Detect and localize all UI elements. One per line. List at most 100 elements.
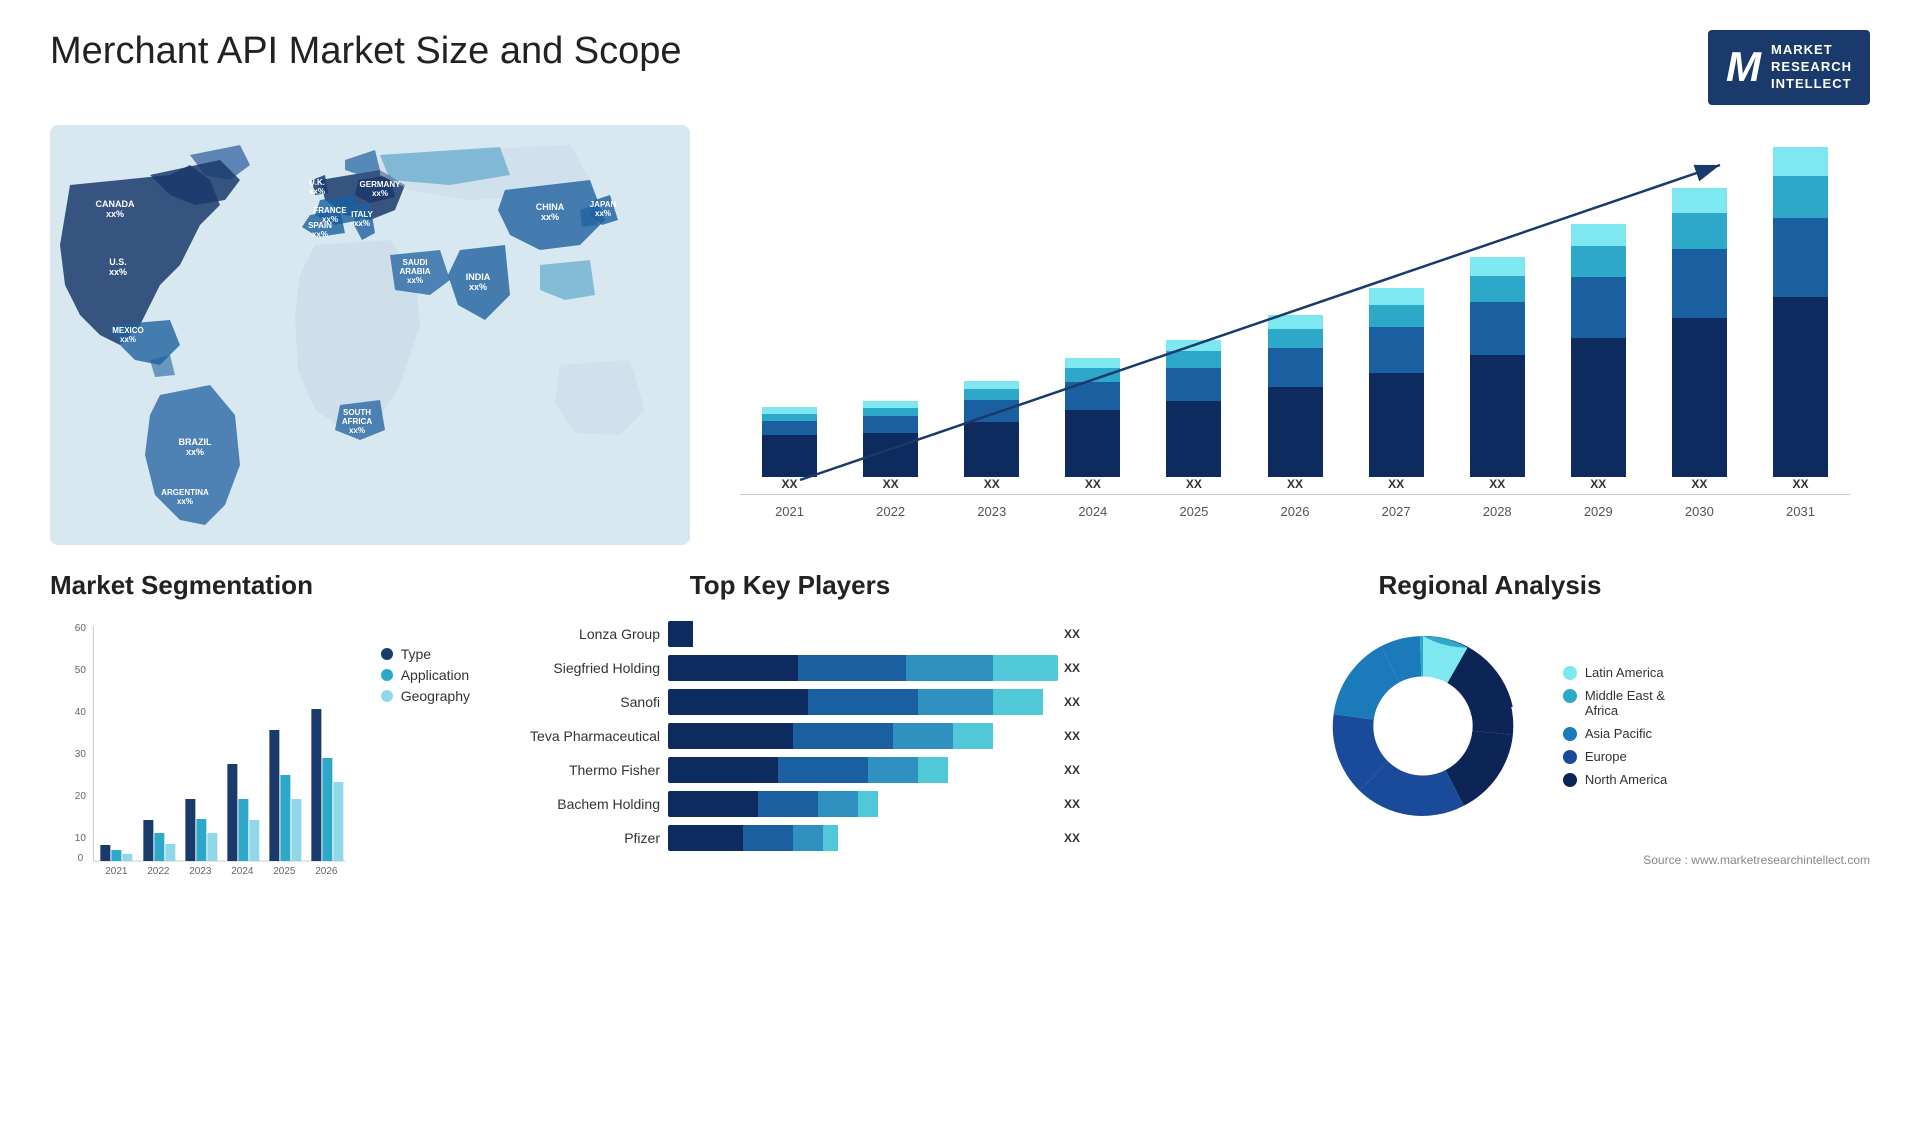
player-name: Bachem Holding xyxy=(500,796,660,812)
svg-text:xx%: xx% xyxy=(354,219,370,228)
regional-title: Regional Analysis xyxy=(1110,570,1870,601)
svg-text:BRAZIL: BRAZIL xyxy=(179,437,212,447)
bar-segment xyxy=(762,435,817,477)
player-bar-segment xyxy=(778,757,868,783)
bar-segment xyxy=(762,421,817,435)
player-name: Sanofi xyxy=(500,694,660,710)
bar-segment xyxy=(863,401,918,408)
player-row: Thermo FisherXX xyxy=(500,757,1080,783)
bar-segment xyxy=(1369,373,1424,477)
svg-text:U.K.: U.K. xyxy=(309,178,325,187)
bar-segment xyxy=(762,414,817,421)
players-list: Lonza GroupXX Siegfried HoldingXX Sanofi XX… xyxy=(500,621,1080,851)
svg-text:50: 50 xyxy=(75,665,87,676)
bar-stack xyxy=(1571,224,1626,477)
bar-segment xyxy=(1571,277,1626,338)
player-xx-label: XX xyxy=(1064,661,1080,675)
svg-text:2026: 2026 xyxy=(315,866,338,876)
bar-stack xyxy=(1268,315,1323,477)
svg-text:xx%: xx% xyxy=(106,209,124,219)
svg-text:20: 20 xyxy=(75,791,87,802)
xx-label: XX xyxy=(782,477,798,491)
growth-bar-group: XX xyxy=(1756,147,1845,494)
svg-text:0: 0 xyxy=(78,853,84,864)
player-bar-segment xyxy=(808,689,918,715)
players-title: Top Key Players xyxy=(500,570,1080,601)
year-label: 2022 xyxy=(846,504,935,519)
legend-geography: Geography xyxy=(381,688,470,704)
player-name: Pfizer xyxy=(500,830,660,846)
bar-segment xyxy=(1166,340,1221,351)
xx-label: XX xyxy=(1691,477,1707,491)
bar-segment xyxy=(863,416,918,433)
bar-segment xyxy=(1470,257,1525,276)
header: Merchant API Market Size and Scope M MAR… xyxy=(50,30,1870,105)
player-bar-container: XX xyxy=(668,825,1080,851)
player-bar-segment xyxy=(793,723,893,749)
xx-label: XX xyxy=(1085,477,1101,491)
svg-text:ITALY: ITALY xyxy=(351,210,373,219)
year-label: 2024 xyxy=(1048,504,1137,519)
bar-segment xyxy=(863,433,918,477)
svg-text:AFRICA: AFRICA xyxy=(342,417,372,426)
legend-latin-america: Latin America xyxy=(1563,665,1667,680)
bar-segment xyxy=(1470,355,1525,477)
player-xx-label: XX xyxy=(1064,729,1080,743)
player-xx-label: XX xyxy=(1064,831,1080,845)
player-xx-label: XX xyxy=(1064,763,1080,777)
svg-text:2022: 2022 xyxy=(147,866,170,876)
bar-segment xyxy=(1470,302,1525,355)
donut-chart xyxy=(1313,616,1533,836)
asia-pacific-dot xyxy=(1563,727,1577,741)
player-bar-segment xyxy=(823,825,838,851)
growth-chart-section: XXXXXXXXXXXXXXXXXXXXXX 20212022202320242… xyxy=(720,125,1870,545)
bar-segment xyxy=(1672,188,1727,213)
xx-label: XX xyxy=(1186,477,1202,491)
player-xx-label: XX xyxy=(1064,695,1080,709)
player-row: Bachem Holding XX xyxy=(500,791,1080,817)
bar-segment xyxy=(1571,338,1626,477)
year-label: 2027 xyxy=(1352,504,1441,519)
year-label: 2026 xyxy=(1250,504,1339,519)
logo-container: M MARKET RESEARCH INTELLECT xyxy=(1708,30,1870,105)
svg-text:SPAIN: SPAIN xyxy=(308,221,332,230)
player-xx-label: XX xyxy=(1064,797,1080,811)
bar-stack xyxy=(1773,147,1828,477)
player-bar-segment xyxy=(918,689,993,715)
bar-stack xyxy=(1470,257,1525,477)
svg-text:2025: 2025 xyxy=(273,866,296,876)
player-row: Teva PharmaceuticalXX xyxy=(500,723,1080,749)
bar-stack xyxy=(964,381,1019,477)
svg-text:xx%: xx% xyxy=(469,282,487,292)
svg-text:xx%: xx% xyxy=(541,212,559,222)
bar-segment xyxy=(964,400,1019,422)
svg-text:xx%: xx% xyxy=(407,276,423,285)
bar-segment xyxy=(1773,218,1828,297)
page-title: Merchant API Market Size and Scope xyxy=(50,30,682,73)
growth-bar-group: XX xyxy=(745,407,834,494)
bar-stack xyxy=(863,401,918,477)
source-container: Source : www.marketresearchintellect.com xyxy=(1110,851,1870,869)
page-container: Merchant API Market Size and Scope M MAR… xyxy=(0,0,1920,1146)
source-text: Source : www.marketresearchintellect.com xyxy=(1643,853,1870,867)
player-bar-track xyxy=(668,655,1058,681)
growth-bar-group: XX xyxy=(1048,358,1137,494)
player-bar-segment xyxy=(668,825,743,851)
bar-segment xyxy=(1369,327,1424,373)
player-row: Siegfried HoldingXX xyxy=(500,655,1080,681)
regional-legend: Latin America Middle East &Africa Asia P… xyxy=(1563,665,1667,787)
segmentation-legend: Type Application Geography xyxy=(381,626,470,876)
player-row: Lonza GroupXX xyxy=(500,621,1080,647)
bar-segment xyxy=(863,408,918,416)
north-america-dot xyxy=(1563,773,1577,787)
bar-segment xyxy=(1672,249,1727,318)
svg-text:SAUDI: SAUDI xyxy=(403,258,428,267)
svg-text:MEXICO: MEXICO xyxy=(112,326,144,335)
europe-dot xyxy=(1563,750,1577,764)
svg-text:2021: 2021 xyxy=(105,866,128,876)
bar-segment xyxy=(1672,318,1727,477)
segmentation-section: Market Segmentation 60 50 40 30 20 10 0 xyxy=(50,570,470,876)
bar-segment xyxy=(1773,147,1828,176)
growth-chart-wrapper: XXXXXXXXXXXXXXXXXXXXXX 20212022202320242… xyxy=(740,135,1850,525)
player-bar-segment xyxy=(668,791,758,817)
